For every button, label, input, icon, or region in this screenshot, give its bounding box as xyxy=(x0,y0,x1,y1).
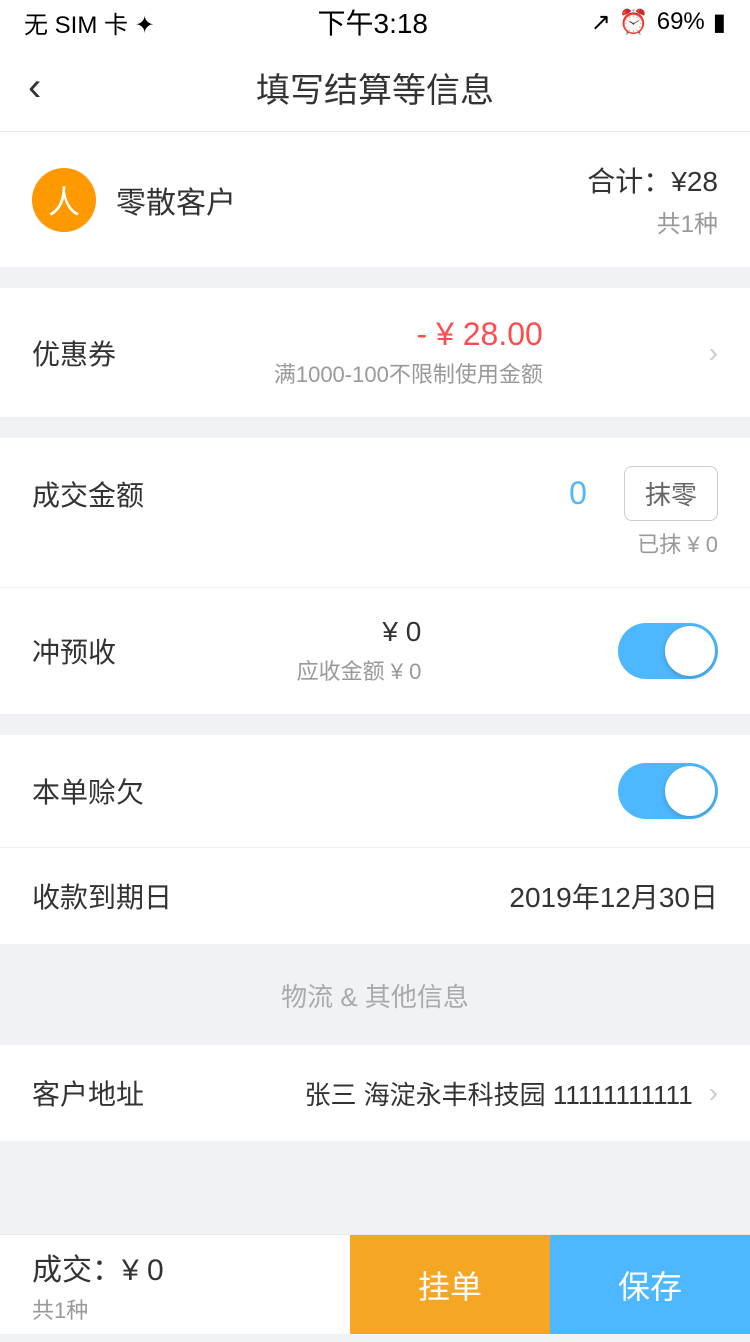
divider-4 xyxy=(0,945,750,965)
address-row[interactable]: 客户地址 张三 海淀永丰科技园 11111111111 › xyxy=(0,1045,750,1142)
nav-bar: ‹ 填写结算等信息 xyxy=(0,44,750,132)
transaction-label: 成交金额 xyxy=(32,474,144,514)
due-date-value: 2019年12月30日 xyxy=(509,876,718,916)
save-button[interactable]: 保存 xyxy=(550,1235,750,1334)
logistics-label: 物流 & 其他信息 xyxy=(281,977,469,1014)
round-zero-button[interactable]: 抹零 xyxy=(624,466,718,521)
customer-right: 合计：¥28 共1种 xyxy=(587,160,718,239)
prepayment-row: 冲预收 ¥ 0 应收金额 ¥ 0 xyxy=(0,588,750,715)
customer-left: 人 零散客户 xyxy=(32,168,236,232)
avatar-icon: 人 xyxy=(48,177,80,223)
save-button-label: 保存 xyxy=(618,1262,682,1308)
deal-amount: ¥ 0 xyxy=(122,1254,164,1287)
avatar: 人 xyxy=(32,168,96,232)
credit-label: 本单赊欠 xyxy=(32,771,144,811)
prepayment-right: ¥ 0 应收金额 ¥ 0 xyxy=(297,616,422,686)
customer-name: 零散客户 xyxy=(116,178,236,222)
address-value: 张三 海淀永丰科技园 11111111111 xyxy=(304,1075,692,1112)
status-right: ↗ ⏰ 69% ▮ xyxy=(591,8,726,37)
transaction-right: 0 抹零 xyxy=(548,466,718,521)
location-icon: ↗ xyxy=(591,8,611,37)
address-right: 张三 海淀永丰科技园 11111111111 › xyxy=(304,1075,718,1112)
prepayment-sub: 应收金额 ¥ 0 xyxy=(297,654,422,686)
battery-text: 69% xyxy=(657,8,705,36)
bottom-info: 成交：¥ 0 共1种 xyxy=(0,1245,350,1325)
status-time: 下午3:18 xyxy=(318,2,429,42)
divider-1 xyxy=(0,268,750,288)
coupon-description: 满1000-100不限制使用金额 xyxy=(274,357,543,389)
divider-3 xyxy=(0,715,750,735)
hang-button-label: 挂单 xyxy=(418,1262,482,1308)
address-label: 客户地址 xyxy=(32,1073,144,1113)
prepayment-amount: ¥ 0 xyxy=(297,616,422,648)
coupon-right: - ¥ 28.00 满1000-100不限制使用金额 xyxy=(274,316,543,389)
sim-signal: 无 SIM 卡 ✦ xyxy=(24,5,155,40)
transaction-row: 成交金额 0 抹零 已抹 ¥ 0 xyxy=(0,438,750,588)
back-button[interactable]: ‹ xyxy=(28,65,41,110)
due-date-row[interactable]: 收款到期日 2019年12月30日 xyxy=(0,848,750,945)
transaction-value[interactable]: 0 xyxy=(548,475,608,512)
bottom-count: 共1种 xyxy=(32,1293,318,1325)
total-count: 共1种 xyxy=(587,204,718,239)
credit-toggle[interactable] xyxy=(618,763,718,819)
transaction-sub: 已抹 ¥ 0 xyxy=(32,527,718,559)
bottom-deal: 成交：¥ 0 xyxy=(32,1245,318,1289)
prepayment-label: 冲预收 xyxy=(32,631,116,671)
credit-toggle-knob xyxy=(665,766,715,816)
logistics-section-header: 物流 & 其他信息 xyxy=(0,965,750,1025)
divider-2 xyxy=(0,418,750,438)
customer-row: 人 零散客户 合计：¥28 共1种 xyxy=(0,132,750,268)
chevron-right-icon: › xyxy=(709,337,718,369)
page-title: 填写结算等信息 xyxy=(256,63,494,112)
alarm-icon: ⏰ xyxy=(619,8,649,37)
hang-button[interactable]: 挂单 xyxy=(350,1235,550,1334)
transaction-top: 成交金额 0 抹零 xyxy=(32,466,718,521)
coupon-row[interactable]: 优惠券 - ¥ 28.00 满1000-100不限制使用金额 › xyxy=(0,288,750,418)
divider-5 xyxy=(0,1025,750,1045)
credit-row: 本单赊欠 xyxy=(0,735,750,848)
status-bar: 无 SIM 卡 ✦ 下午3:18 ↗ ⏰ 69% ▮ xyxy=(0,0,750,44)
status-left: 无 SIM 卡 ✦ xyxy=(24,5,155,40)
coupon-discount: - ¥ 28.00 xyxy=(274,316,543,353)
bottom-bar: 成交：¥ 0 共1种 挂单 保存 xyxy=(0,1234,750,1334)
coupon-label: 优惠券 xyxy=(32,333,116,373)
address-chevron-icon: › xyxy=(709,1077,718,1109)
prepayment-toggle[interactable] xyxy=(618,623,718,679)
due-date-label: 收款到期日 xyxy=(32,876,172,916)
battery-icon: ▮ xyxy=(713,8,726,37)
total-amount: 合计：¥28 xyxy=(587,160,718,200)
deal-label: 成交： xyxy=(32,1254,122,1287)
toggle-knob xyxy=(665,626,715,676)
